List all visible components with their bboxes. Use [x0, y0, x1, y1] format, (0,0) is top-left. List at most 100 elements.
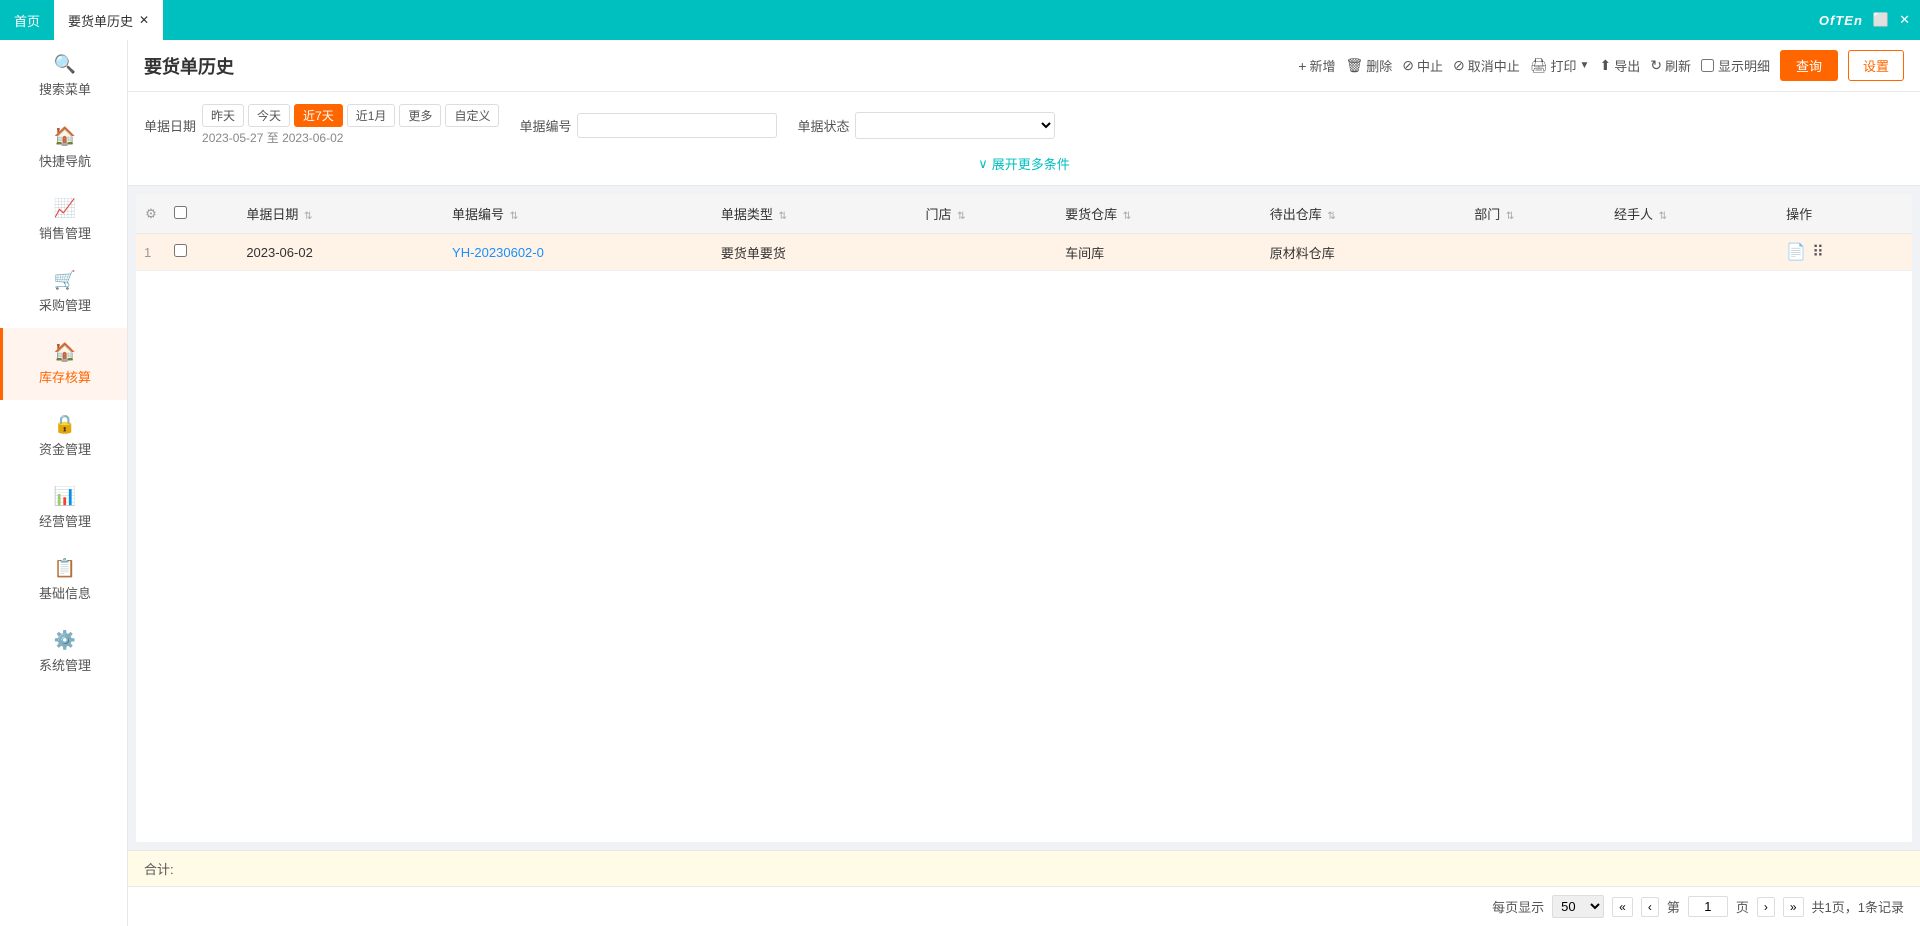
sidebar-item-sales-mgmt[interactable]: 📈 销售管理 [0, 184, 127, 256]
export-icon: ⬆ [1599, 57, 1611, 74]
date-btn-more[interactable]: 更多 [399, 104, 441, 127]
print-label: 打印 [1551, 56, 1577, 75]
data-table: ⚙ 单据日期 ⇅ 单据编号 ⇅ 单据类型 ⇅ [136, 194, 1912, 271]
date-btn-last7days[interactable]: 近7天 [294, 104, 343, 127]
date-btn-last1month[interactable]: 近1月 [347, 104, 396, 127]
td-department [1466, 234, 1606, 271]
th-action-label: 操作 [1786, 207, 1812, 222]
date-range-display: 2023-05-27 至 2023-06-02 [202, 129, 499, 146]
th-doc-number[interactable]: 单据编号 ⇅ [444, 194, 713, 234]
per-page-select[interactable]: 10 20 50 100 [1552, 895, 1604, 918]
sidebar-item-finance[interactable]: 🔒 资金管理 [0, 400, 127, 472]
sidebar-item-search-menu[interactable]: 🔍 搜索菜单 [0, 40, 127, 112]
th-department[interactable]: 部门 ⇅ [1466, 194, 1606, 234]
date-filter-buttons: 昨天 今天 近7天 近1月 更多 自定义 2023-05-27 至 2023-0… [202, 104, 499, 146]
cancel-suspend-label: 取消中止 [1468, 56, 1520, 75]
prev-page-btn[interactable]: ‹ [1641, 897, 1659, 917]
page-input[interactable] [1688, 896, 1728, 917]
th-store-label: 门店 [925, 207, 951, 222]
delete-button[interactable]: 🗑 删除 [1345, 56, 1392, 75]
edit-action-icon[interactable]: 📄 [1786, 242, 1806, 262]
print-button[interactable]: 🖨 打印 ▼ [1530, 56, 1590, 75]
doc-number-input[interactable] [577, 113, 777, 138]
sidebar-item-quick-nav[interactable]: 🏠 快捷导航 [0, 112, 127, 184]
sidebar: 🔍 搜索菜单 🏠 快捷导航 📈 销售管理 🛒 采购管理 🏠 库存核算 🔒 资金管… [0, 40, 128, 926]
summary-label: 合计: [144, 859, 174, 878]
restore-btn[interactable]: ⬜ [1873, 12, 1889, 28]
query-button[interactable]: 查询 [1780, 50, 1838, 81]
expand-more-label: 展开更多条件 [992, 154, 1070, 173]
td-row-num: 1 [136, 234, 166, 271]
suspend-button[interactable]: ⊘ 中止 [1402, 56, 1443, 75]
date-btn-today[interactable]: 今天 [248, 104, 290, 127]
tab-requisition-history[interactable]: 要货单历史 ✕ [54, 0, 163, 40]
date-filter-group: 单据日期 昨天 今天 近7天 近1月 更多 自定义 2023-05-27 至 2… [144, 104, 499, 146]
cancel-suspend-icon: ⊘ [1453, 57, 1465, 74]
th-doc-type-label: 单据类型 [721, 207, 773, 222]
select-all-checkbox[interactable] [174, 206, 187, 219]
th-handler[interactable]: 经手人 ⇅ [1606, 194, 1778, 234]
export-button[interactable]: ⬆ 导出 [1599, 56, 1640, 75]
expand-more-btn[interactable]: ∨ 展开更多条件 [144, 154, 1904, 173]
first-page-btn[interactable]: « [1612, 897, 1633, 917]
sidebar-item-basic-info[interactable]: 📋 基础信息 [0, 544, 127, 616]
th-doc-date[interactable]: 单据日期 ⇅ [238, 194, 444, 234]
add-label: 新增 [1309, 56, 1335, 75]
th-handler-label: 经手人 [1614, 207, 1653, 222]
tab-home-label: 首页 [14, 11, 40, 30]
cancel-suspend-button[interactable]: ⊘ 取消中止 [1453, 56, 1520, 75]
summary-bar: 合计: [128, 850, 1920, 886]
operation-icon: 📊 [54, 486, 76, 507]
row-checkbox[interactable] [174, 244, 187, 257]
date-filter-label: 单据日期 [144, 116, 196, 135]
sort-icon-pending-warehouse: ⇅ [1327, 211, 1335, 222]
per-page-label: 每页显示 [1492, 897, 1544, 916]
td-doc-date: 2023-06-02 [238, 234, 444, 271]
table-container: ⚙ 单据日期 ⇅ 单据编号 ⇅ 单据类型 ⇅ [136, 194, 1912, 842]
td-doc-type: 要货单要货 [713, 234, 918, 271]
display-detail-checkbox[interactable] [1701, 59, 1714, 72]
display-detail-toggle[interactable]: 显示明细 [1701, 56, 1770, 75]
date-btn-yesterday[interactable]: 昨天 [202, 104, 244, 127]
sidebar-item-operation-label: 经营管理 [39, 511, 91, 530]
date-btn-custom[interactable]: 自定义 [445, 104, 499, 127]
td-doc-number: YH-20230602-0 [444, 234, 713, 271]
sort-icon-store: ⇅ [957, 211, 965, 222]
add-button[interactable]: + 新增 [1298, 56, 1335, 75]
settings-button[interactable]: 设置 [1848, 50, 1904, 81]
sidebar-item-quick-nav-label: 快捷导航 [39, 151, 91, 170]
sidebar-item-system-mgmt[interactable]: ⚙️ 系统管理 [0, 616, 127, 688]
display-detail-label: 显示明细 [1718, 56, 1770, 75]
th-doc-type[interactable]: 单据类型 ⇅ [713, 194, 918, 234]
th-store[interactable]: 门店 ⇅ [917, 194, 1057, 234]
sidebar-item-system-mgmt-label: 系统管理 [39, 655, 91, 674]
close-window-btn[interactable]: ✕ [1899, 12, 1910, 28]
sort-icon-doc-type: ⇅ [779, 211, 787, 222]
doc-number-filter-group: 单据编号 [519, 113, 777, 138]
td-store [917, 234, 1057, 271]
refresh-button[interactable]: ↻ 刷新 [1650, 56, 1691, 75]
th-doc-date-label: 单据日期 [246, 207, 298, 222]
sidebar-item-inventory-label: 库存核算 [39, 367, 91, 386]
quick-nav-icon: 🏠 [54, 126, 76, 147]
next-page-btn[interactable]: › [1757, 897, 1775, 917]
tab-close-icon[interactable]: ✕ [139, 13, 149, 27]
tab-home[interactable]: 首页 [0, 0, 54, 40]
basic-info-icon: 📋 [54, 558, 76, 579]
doc-number-link[interactable]: YH-20230602-0 [452, 245, 544, 260]
more-action-icon[interactable]: ⠿ [1812, 242, 1824, 262]
sidebar-item-operation[interactable]: 📊 经营管理 [0, 472, 127, 544]
suspend-icon: ⊘ [1402, 57, 1414, 74]
last-page-btn[interactable]: » [1783, 897, 1804, 917]
doc-status-select[interactable] [855, 112, 1055, 139]
refresh-icon: ↻ [1650, 57, 1662, 74]
th-settings[interactable]: ⚙ [136, 194, 166, 234]
sidebar-item-purchase-mgmt[interactable]: 🛒 采购管理 [0, 256, 127, 328]
sidebar-item-inventory[interactable]: 🏠 库存核算 [0, 328, 127, 400]
th-action: 操作 [1778, 194, 1912, 234]
purchase-mgmt-icon: 🛒 [54, 270, 76, 291]
th-req-warehouse[interactable]: 要货仓库 ⇅ [1057, 194, 1262, 234]
td-handler [1606, 234, 1778, 271]
th-pending-warehouse[interactable]: 待出仓库 ⇅ [1262, 194, 1467, 234]
page-header: 要货单历史 + 新增 🗑 删除 ⊘ 中止 ⊘ 取消中止 [128, 40, 1920, 92]
